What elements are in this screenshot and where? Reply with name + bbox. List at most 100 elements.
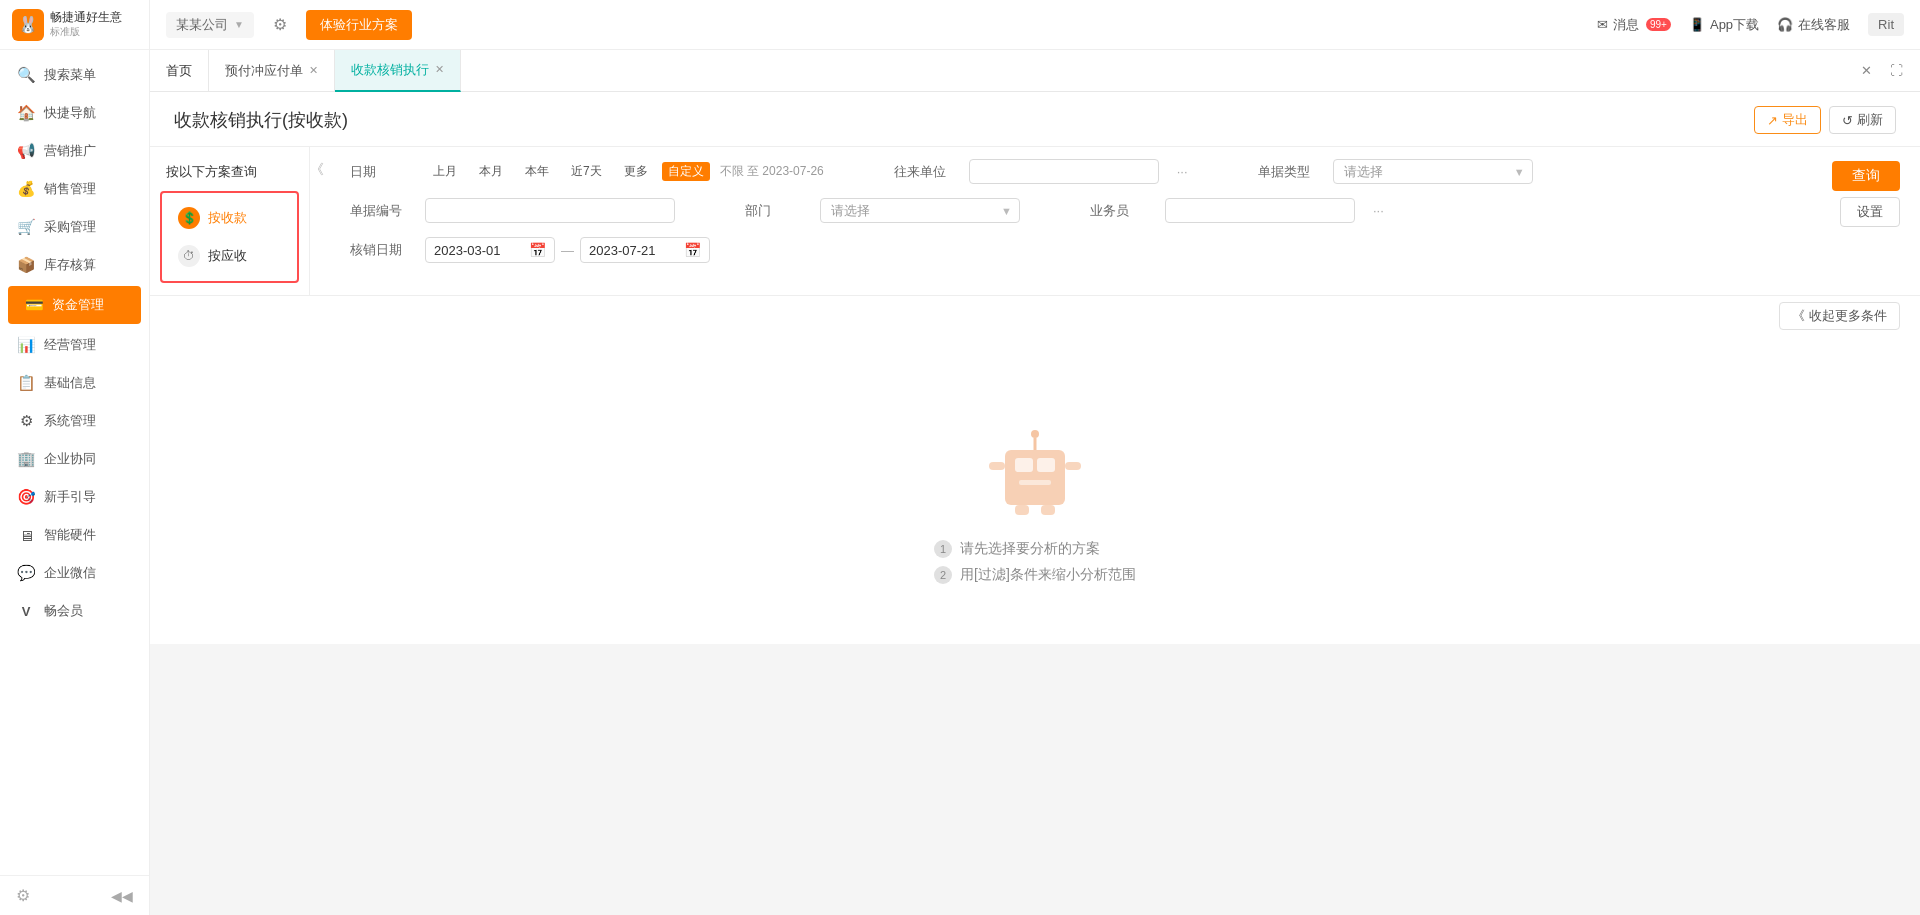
- company-selector[interactable]: 某某公司 ▼: [166, 12, 254, 38]
- date-this-year[interactable]: 本年: [517, 161, 557, 182]
- dept-select[interactable]: 请选择: [820, 198, 1020, 223]
- topbar-right: ✉ 消息 99+ 📱 App下载 🎧 在线客服 Rit: [1597, 13, 1904, 36]
- collapse-more-row: 《 收起更多条件: [150, 296, 1920, 340]
- message-icon: ✉: [1597, 17, 1608, 32]
- sidebar-item-system[interactable]: ⚙ 系统管理: [0, 402, 149, 440]
- chevron-down-icon: ▼: [234, 19, 244, 30]
- wechat-icon: 💬: [16, 564, 36, 582]
- refresh-button[interactable]: ↺ 刷新: [1829, 106, 1896, 134]
- calendar-icon: 📅: [684, 242, 701, 258]
- sidebar-item-label: 新手引导: [44, 488, 96, 506]
- dept-select-wrapper: 请选择 ▼: [820, 198, 1020, 223]
- enterprise-icon: 🏢: [16, 450, 36, 468]
- tab-close-receipt-offset[interactable]: ✕: [435, 63, 444, 76]
- message-badge: 99+: [1646, 18, 1671, 31]
- app-download-action[interactable]: 📱 App下载: [1689, 16, 1759, 34]
- member-icon: V: [16, 604, 36, 619]
- tab-prepay-label: 预付冲应付单: [225, 62, 303, 80]
- online-service-action[interactable]: 🎧 在线客服: [1777, 16, 1850, 34]
- sidebar-item-label: 经营管理: [44, 336, 96, 354]
- date-last-month[interactable]: 上月: [425, 161, 465, 182]
- tab-prepay[interactable]: 预付冲应付单 ✕: [209, 50, 335, 92]
- svg-rect-8: [1015, 505, 1029, 515]
- sidebar-item-hardware[interactable]: 🖥 智能硬件: [0, 516, 149, 554]
- topbar-settings-btn[interactable]: ⚙: [266, 11, 294, 39]
- sidebar-item-shortcut[interactable]: 🏠 快捷导航: [0, 94, 149, 132]
- sidebar-item-marketing[interactable]: 📢 营销推广: [0, 132, 149, 170]
- empty-hint-1: 1 请先选择要分析的方案: [934, 540, 1136, 558]
- offset-date-start-input[interactable]: 2023-03-01 📅: [425, 237, 555, 263]
- export-button[interactable]: ↗ 导出: [1754, 106, 1821, 134]
- staff-input[interactable]: [1165, 198, 1355, 223]
- sidebar-item-search[interactable]: 🔍 搜索菜单: [0, 56, 149, 94]
- tab-receipt-offset[interactable]: 收款核销执行 ✕: [335, 50, 461, 92]
- counterparty-dots[interactable]: ···: [1177, 164, 1188, 179]
- sidebar-item-purchase[interactable]: 🛒 采购管理: [0, 208, 149, 246]
- staff-label: 业务员: [1090, 202, 1155, 220]
- sidebar-item-sales[interactable]: 💰 销售管理: [0, 170, 149, 208]
- refresh-icon: ↺: [1842, 113, 1853, 128]
- date-custom-tag[interactable]: 自定义: [662, 162, 710, 181]
- staff-dots[interactable]: ···: [1373, 203, 1384, 218]
- tab-home[interactable]: 首页: [150, 50, 209, 92]
- filter-collapse-btn[interactable]: 《: [310, 147, 330, 295]
- company-name: 某某公司: [176, 16, 228, 34]
- solution-button[interactable]: 体验行业方案: [306, 10, 412, 40]
- sidebar-item-guide[interactable]: 🎯 新手引导: [0, 478, 149, 516]
- basic-icon: 📋: [16, 374, 36, 392]
- filter-main: 日期 上月 本月 本年 近7天 更多 自定义 不限 至 2023-07-26: [330, 147, 1920, 295]
- hardware-icon: 🖥: [16, 527, 36, 544]
- date-more[interactable]: 更多: [616, 161, 656, 182]
- empty-hint-2: 2 用[过滤]条件来缩小分析范围: [934, 566, 1136, 584]
- doc-type-select[interactable]: 请选择: [1333, 159, 1533, 184]
- page-actions: ↗ 导出 ↺ 刷新: [1754, 106, 1896, 134]
- hint-number-1: 1: [934, 540, 952, 558]
- sidebar-footer: ⚙ ◀◀: [0, 875, 149, 915]
- sidebar-item-funds[interactable]: 💳 资金管理: [8, 286, 141, 324]
- sidebar-item-label: 企业协同: [44, 450, 96, 468]
- page-content: 收款核销执行(按收款) ↗ 导出 ↺ 刷新 按以下方案查询 💲: [150, 92, 1920, 915]
- filter-settings-button[interactable]: 设置: [1840, 197, 1900, 227]
- logo-text-block: 畅捷通好生意 标准版: [50, 10, 122, 40]
- tab-maximize-btn[interactable]: ⛶: [1882, 57, 1910, 85]
- sidebar-settings-icon[interactable]: ⚙: [16, 886, 30, 905]
- receivable-option-icon: ⏱: [178, 245, 200, 267]
- tab-close-prepay[interactable]: ✕: [309, 64, 318, 77]
- collapse-more-label: 收起更多条件: [1809, 307, 1887, 325]
- sidebar-item-wechat[interactable]: 💬 企业微信: [0, 554, 149, 592]
- user-avatar[interactable]: Rit: [1868, 13, 1904, 36]
- empty-hint-text-2: 用[过滤]条件来缩小分析范围: [960, 566, 1136, 584]
- collapse-more-button[interactable]: 《 收起更多条件: [1779, 302, 1900, 330]
- sidebar-item-member[interactable]: V 畅会员: [0, 592, 149, 630]
- sidebar-collapse-icon[interactable]: ◀◀: [111, 888, 133, 904]
- tab-close-window-btn[interactable]: ✕: [1852, 57, 1880, 85]
- filter-option-by-receivable[interactable]: ⏱ 按应收: [162, 237, 297, 275]
- counterparty-input[interactable]: [969, 159, 1159, 184]
- logo-subtitle: 标准版: [50, 25, 122, 39]
- sidebar-item-operations[interactable]: 📊 经营管理: [0, 326, 149, 364]
- doc-no-input[interactable]: [425, 198, 675, 223]
- filter-option-by-receipt[interactable]: 💲 按收款: [162, 199, 297, 237]
- empty-state: 1 请先选择要分析的方案 2 用[过滤]条件来缩小分析范围: [150, 340, 1920, 644]
- topbar-left: 某某公司 ▼ ⚙ 体验行业方案: [166, 10, 412, 40]
- sidebar-item-label: 企业微信: [44, 564, 96, 582]
- date-range-text: 不限 至 2023-07-26: [720, 163, 824, 180]
- message-action[interactable]: ✉ 消息 99+: [1597, 16, 1671, 34]
- tab-home-label: 首页: [166, 62, 192, 80]
- svg-rect-0: [1005, 450, 1065, 505]
- date-7days[interactable]: 近7天: [563, 161, 610, 182]
- offset-date-end-value: 2023-07-21: [589, 243, 656, 258]
- date-this-month[interactable]: 本月: [471, 161, 511, 182]
- sidebar-item-enterprise[interactable]: 🏢 企业协同: [0, 440, 149, 478]
- sidebar-item-basic[interactable]: 📋 基础信息: [0, 364, 149, 402]
- tabbar-actions: ✕ ⛶: [1852, 57, 1920, 85]
- page-header: 收款核销执行(按收款) ↗ 导出 ↺ 刷新: [150, 92, 1920, 147]
- offset-date-end-input[interactable]: 2023-07-21 📅: [580, 237, 710, 263]
- sidebar-item-inventory[interactable]: 📦 库存核算: [0, 246, 149, 284]
- sidebar-item-label: 系统管理: [44, 412, 96, 430]
- svg-rect-9: [1041, 505, 1055, 515]
- hint-number-2: 2: [934, 566, 952, 584]
- svg-rect-3: [1019, 480, 1051, 485]
- query-button[interactable]: 查询: [1832, 161, 1900, 191]
- filter-container: 按以下方案查询 💲 按收款 ⏱ 按应收 《: [150, 147, 1920, 296]
